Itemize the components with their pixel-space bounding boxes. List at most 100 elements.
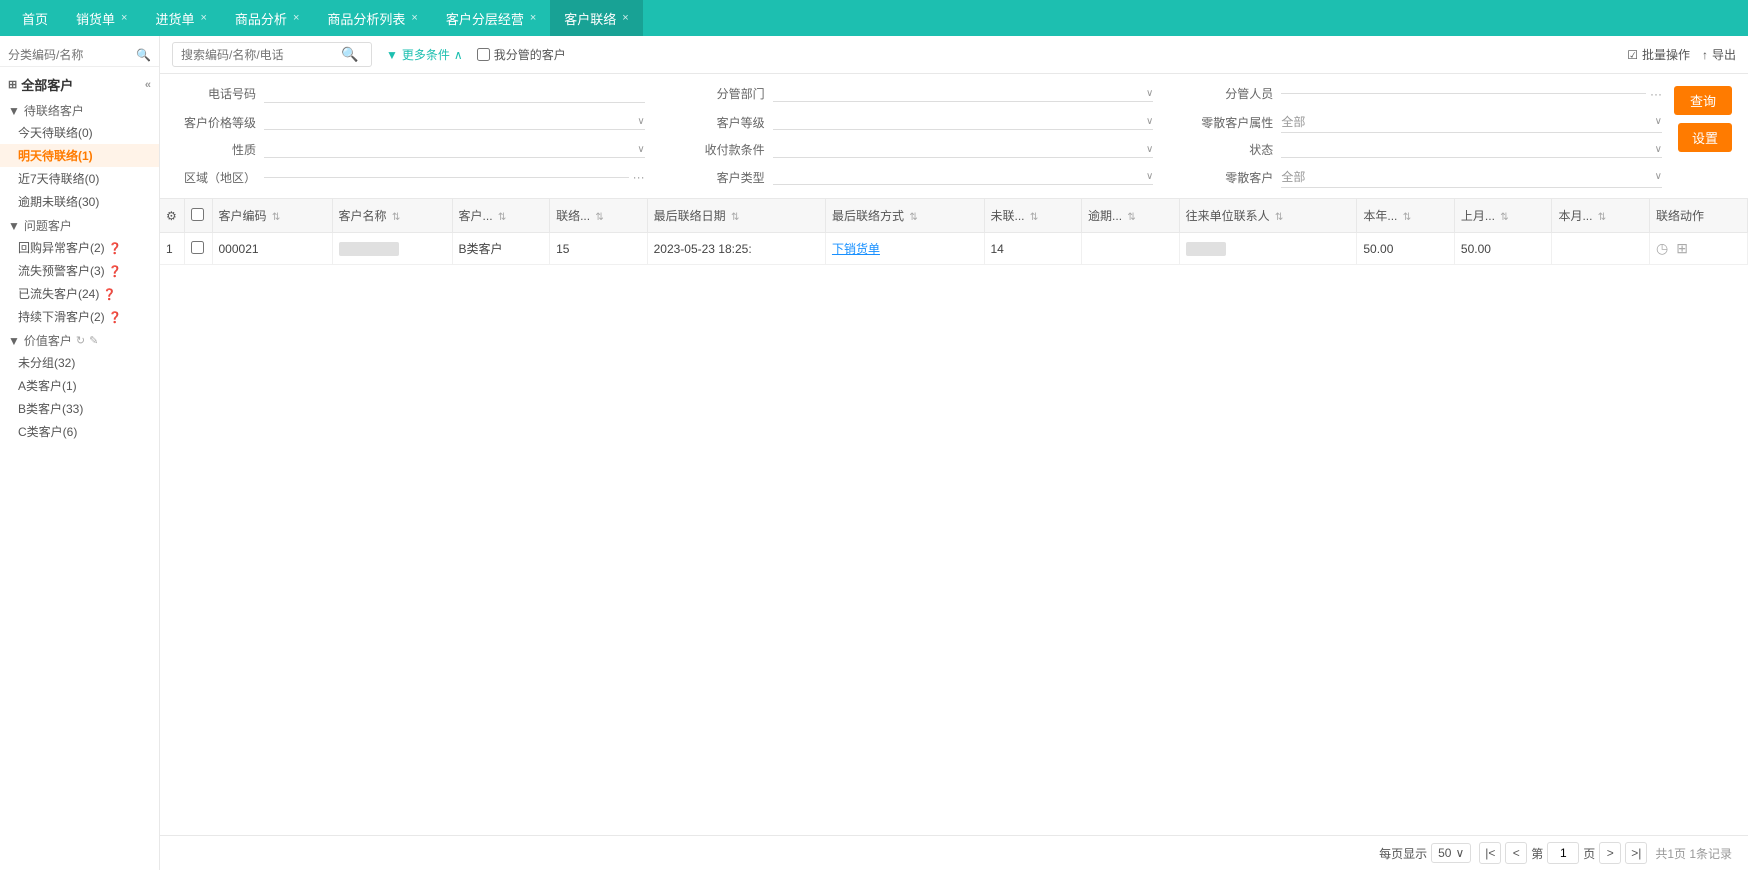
- chevron-down-icon: ∨: [1146, 144, 1153, 155]
- filter-select-nature[interactable]: ∨: [264, 142, 645, 158]
- settings-button[interactable]: 设置: [1678, 123, 1732, 152]
- sidebar: 🔍 ⊞ 全部客户 « ▼ 待联络客户 今天待联络(0) 明天待联络(1) 近7天…: [0, 36, 160, 870]
- sidebar-item-ungrouped[interactable]: 未分组(32): [0, 351, 159, 374]
- th-last-contact-date[interactable]: 最后联络日期 ⇅: [647, 199, 825, 233]
- table-row: 1 000021 B类客户 15 2023-05-23 18:25: 下销货单 …: [160, 233, 1748, 265]
- first-page-btn[interactable]: |<: [1479, 842, 1501, 864]
- th-name[interactable]: 客户名称 ⇅: [332, 199, 452, 233]
- row-checkbox[interactable]: [191, 241, 204, 254]
- nav-customer-layered[interactable]: 客户分层经营 ×: [432, 0, 550, 36]
- help-icon: ❓: [108, 243, 122, 255]
- sidebar-item-churned[interactable]: 已流失客户(24) ❓: [0, 282, 159, 305]
- filter-select-payment[interactable]: ∨: [773, 142, 1154, 158]
- filter-select-retail-attr[interactable]: 全部 ∨: [1281, 111, 1662, 133]
- close-icon[interactable]: ×: [200, 12, 206, 24]
- th-uncontacted[interactable]: 未联... ⇅: [984, 199, 1082, 233]
- sidebar-all-customers[interactable]: ⊞ 全部客户 «: [0, 71, 159, 98]
- arrow-down-icon: ▼: [8, 104, 20, 118]
- filter-label-manager: 分管人员: [1193, 85, 1273, 102]
- sidebar-item-7day-pending[interactable]: 近7天待联络(0): [0, 167, 159, 190]
- filter-select-customer-grade[interactable]: ∨: [773, 114, 1154, 130]
- filter-btn[interactable]: ▼ 更多条件 ∧: [380, 43, 469, 66]
- sidebar-item-repurchase-abnormal[interactable]: 回购异常客户(2) ❓: [0, 236, 159, 259]
- sidebar-group-problem[interactable]: ▼ 问题客户: [0, 213, 159, 236]
- th-this-year[interactable]: 本年... ⇅: [1357, 199, 1455, 233]
- sidebar-item-declining[interactable]: 持续下滑客户(2) ❓: [0, 305, 159, 328]
- th-overdue[interactable]: 逾期... ⇅: [1082, 199, 1180, 233]
- sidebar-item-churn-warning[interactable]: 流失预警客户(3) ❓: [0, 259, 159, 282]
- last-contact-method-link[interactable]: 下销货单: [832, 242, 880, 256]
- th-type[interactable]: 客户... ⇅: [452, 199, 550, 233]
- prev-page-btn[interactable]: <: [1505, 842, 1527, 864]
- customer-table: ⚙ 客户编码 ⇅ 客户名称 ⇅ 客户... ⇅: [160, 199, 1748, 265]
- td-this-month: [1552, 233, 1650, 265]
- export-btn[interactable]: ↑ 导出: [1702, 46, 1736, 63]
- filter-cell-retail-attr: 零散客户属性 全部 ∨: [1193, 111, 1662, 133]
- my-customers-checkbox[interactable]: [477, 48, 490, 61]
- chevron-down-icon: ∨: [637, 116, 644, 127]
- filter-select-retail-customer[interactable]: 全部 ∨: [1281, 166, 1662, 188]
- filter-select-price-grade[interactable]: ∨: [264, 114, 645, 130]
- close-icon[interactable]: ×: [293, 12, 299, 24]
- filter-label-dept: 分管部门: [685, 85, 765, 102]
- filter-select-status[interactable]: ∨: [1281, 142, 1662, 158]
- filter-input-phone[interactable]: [264, 84, 645, 103]
- filter-select-customer-type[interactable]: ∨: [773, 169, 1154, 185]
- filter-label-payment: 收付款条件: [685, 141, 765, 158]
- select-all-checkbox[interactable]: [191, 208, 204, 221]
- th-this-month[interactable]: 本月... ⇅: [1552, 199, 1650, 233]
- search-box: 🔍: [172, 42, 372, 67]
- filter-dots-manager[interactable]: ···: [1650, 87, 1662, 101]
- sidebar-search-icon[interactable]: 🔍: [136, 48, 151, 62]
- nav-product-analysis[interactable]: 商品分析 ×: [221, 0, 313, 36]
- sidebar-item-class-c[interactable]: C类客户(6): [0, 420, 159, 443]
- nav-product-analysis-list[interactable]: 商品分析列表 ×: [313, 0, 431, 36]
- filter-cell-region: 区域（地区） ···: [176, 169, 645, 186]
- filter-row-2: 客户价格等级 ∨ 客户等级 ∨: [176, 111, 1662, 133]
- edit-icon[interactable]: ✎: [89, 334, 98, 347]
- sidebar-search-area: 🔍: [0, 44, 159, 67]
- contact-action-icon[interactable]: ◷: [1656, 240, 1668, 257]
- close-icon[interactable]: ×: [411, 12, 417, 24]
- batch-btn[interactable]: ☑ 批量操作: [1627, 46, 1690, 63]
- search-input[interactable]: [181, 48, 341, 62]
- page-size-select: 每页显示 50 ∨: [1379, 843, 1471, 863]
- th-settings[interactable]: ⚙: [160, 199, 184, 233]
- nav-home[interactable]: 首页: [8, 0, 62, 36]
- next-page-btn[interactable]: >: [1599, 842, 1621, 864]
- sidebar-item-overdue-uncontacted[interactable]: 逾期未联络(30): [0, 190, 159, 213]
- search-icon[interactable]: 🔍: [341, 46, 358, 63]
- th-contact-person[interactable]: 往来单位联系人 ⇅: [1179, 199, 1357, 233]
- filter-dots-region[interactable]: ···: [633, 170, 645, 184]
- chevron-down-icon: ∨: [1655, 171, 1662, 182]
- last-page-btn[interactable]: >|: [1625, 842, 1647, 864]
- sidebar-item-tomorrow-pending[interactable]: 明天待联络(1): [0, 144, 159, 167]
- nav-customer-contact[interactable]: 客户联络 ×: [550, 0, 642, 36]
- sidebar-search-input[interactable]: [8, 48, 136, 62]
- th-last-month[interactable]: 上月... ⇅: [1454, 199, 1552, 233]
- sidebar-item-class-a[interactable]: A类客户(1): [0, 374, 159, 397]
- more-action-icon[interactable]: ⊞: [1676, 240, 1688, 257]
- th-last-contact-method[interactable]: 最后联络方式 ⇅: [825, 199, 984, 233]
- td-contact-count: 15: [550, 233, 648, 265]
- collapse-icon: «: [145, 79, 151, 91]
- refresh-icon[interactable]: ↻: [76, 334, 85, 347]
- filter-select-dept[interactable]: ∨: [773, 86, 1154, 102]
- sidebar-item-class-b[interactable]: B类客户(33): [0, 397, 159, 420]
- sidebar-group-pending[interactable]: ▼ 待联络客户: [0, 98, 159, 121]
- nav-sales-order[interactable]: 销货单 ×: [62, 0, 141, 36]
- page-size-box[interactable]: 50 ∨: [1431, 843, 1471, 863]
- th-contact-count[interactable]: 联络... ⇅: [550, 199, 648, 233]
- close-icon[interactable]: ×: [121, 12, 127, 24]
- nav-purchase-order[interactable]: 进货单 ×: [141, 0, 220, 36]
- query-button[interactable]: 查询: [1674, 86, 1732, 115]
- th-code[interactable]: 客户编码 ⇅: [212, 199, 332, 233]
- sort-icon: ⇅: [595, 212, 603, 223]
- sidebar-item-today-pending[interactable]: 今天待联络(0): [0, 121, 159, 144]
- td-code: 000021: [212, 233, 332, 265]
- close-icon[interactable]: ×: [530, 12, 536, 24]
- close-icon[interactable]: ×: [622, 12, 628, 24]
- page-input[interactable]: [1547, 842, 1579, 864]
- sidebar-group-value[interactable]: ▼ 价值客户 ↻ ✎: [0, 328, 159, 351]
- chevron-down-icon: ∨: [1146, 116, 1153, 127]
